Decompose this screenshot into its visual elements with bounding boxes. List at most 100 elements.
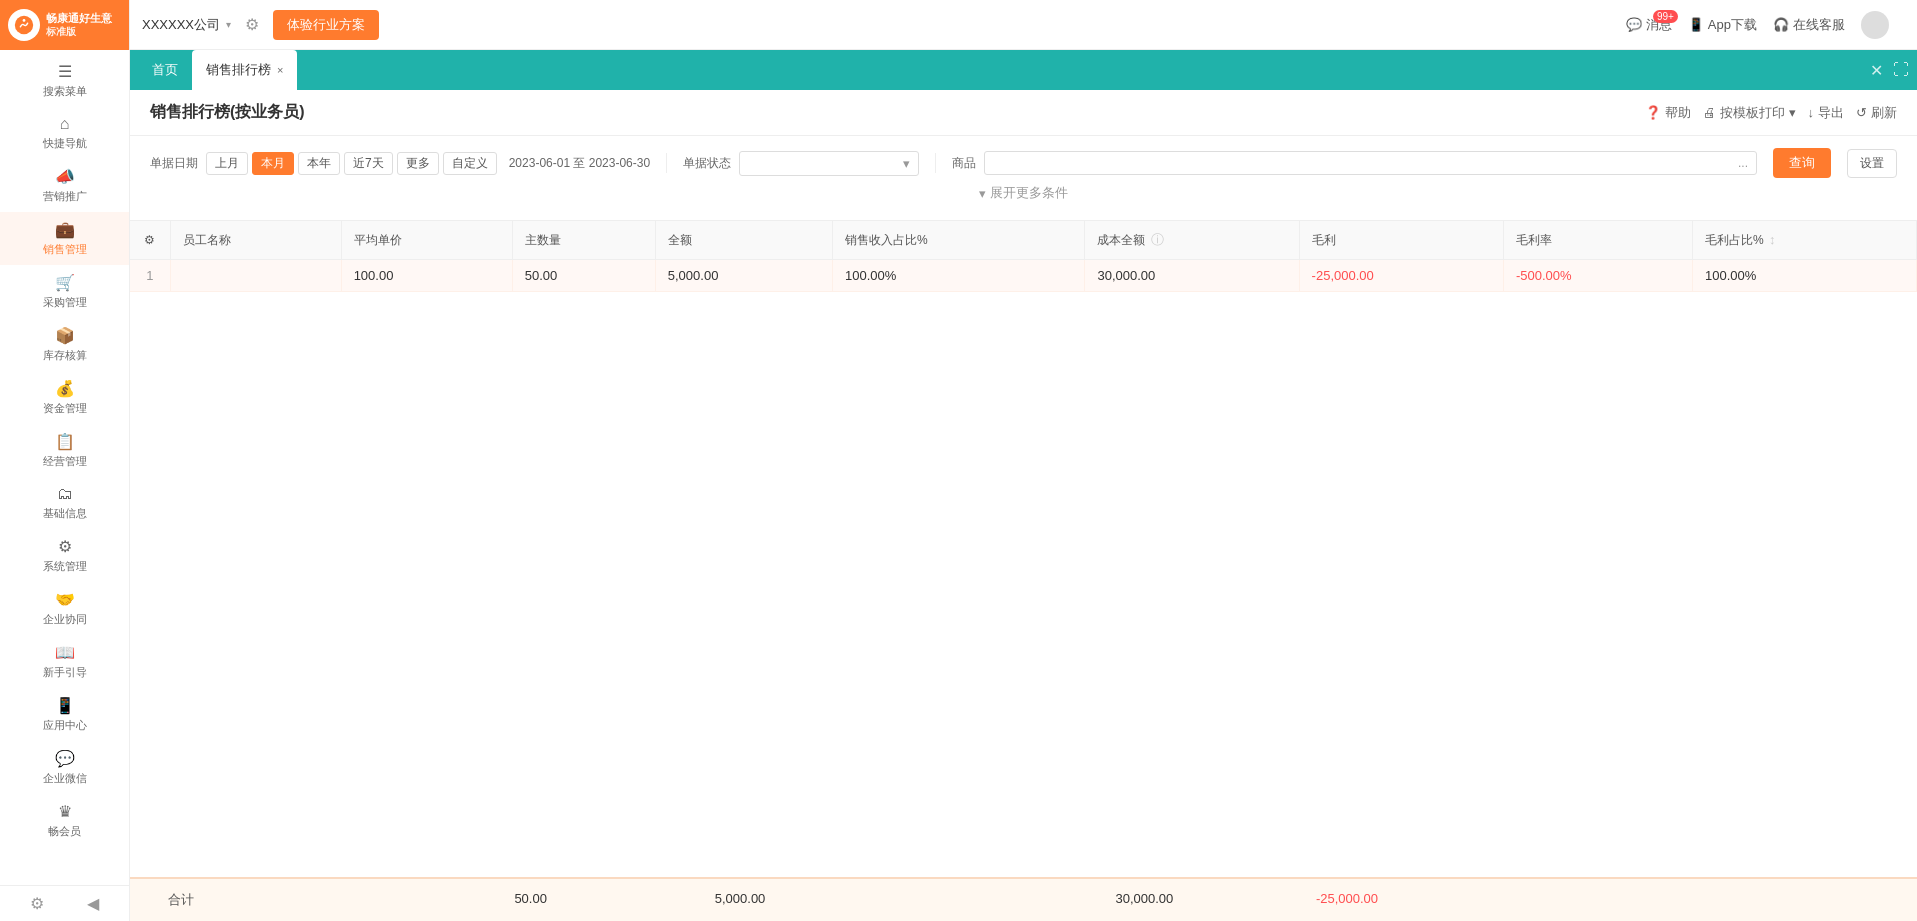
tab-sales-ranking[interactable]: 销售排行榜 × [192, 50, 297, 90]
sidebar-icon-inventory: 📦 [55, 326, 75, 345]
cell-cost-amount: 30,000.00 [1085, 260, 1299, 292]
tab-fullscreen-icon[interactable]: ⛶ [1893, 61, 1909, 80]
cell-gross-margin: -500.00% [1503, 260, 1692, 292]
table-row: 1 100.00 50.00 5,000.00 100.00% 30,000.0… [130, 260, 1917, 292]
sidebar-label-sales: 销售管理 [43, 242, 87, 257]
sidebar-item-wechat[interactable]: 💬企业微信 [0, 741, 129, 794]
footer-sales-pct [903, 887, 1103, 913]
tab-sales-ranking-label: 销售排行榜 [206, 61, 271, 79]
sidebar-item-finance[interactable]: 💰资金管理 [0, 371, 129, 424]
table-footer: 合计 50.00 5,000.00 30,000.00 -25,000.00 [130, 877, 1917, 921]
status-chevron-icon: ▾ [903, 156, 910, 171]
sidebar-item-purchase[interactable]: 🛒采购管理 [0, 265, 129, 318]
sidebar-item-operations[interactable]: 📋经营管理 [0, 424, 129, 477]
sidebar-item-apps[interactable]: 📱应用中心 [0, 688, 129, 741]
user-avatar[interactable] [1861, 11, 1889, 39]
sidebar-label-basic: 基础信息 [43, 506, 87, 521]
message-icon: 💬 [1626, 17, 1642, 32]
app-logo: 畅康通好生意 标准版 [0, 0, 129, 50]
page-actions: ❓ 帮助 🖨 按模板打印 ▾ ↓ 导出 ↺ 刷新 [1645, 104, 1898, 122]
sidebar-item-guide[interactable]: 📖新手引导 [0, 635, 129, 688]
company-selector[interactable]: XXXXXX公司 ▾ [142, 16, 231, 34]
footer-cost-amount: 30,000.00 [1104, 887, 1304, 913]
sidebar-settings-icon[interactable]: ⚙ [30, 894, 44, 913]
expand-chevron-icon: ▾ [979, 186, 986, 201]
print-icon: 🖨 [1703, 105, 1716, 120]
sidebar-label-guide: 新手引导 [43, 665, 87, 680]
sidebar-item-marketing[interactable]: 📣营销推广 [0, 159, 129, 212]
refresh-icon: ↺ [1856, 105, 1867, 120]
date-range: 2023-06-01 至 2023-06-30 [509, 155, 650, 172]
message-btn[interactable]: 💬 消息 99+ [1626, 16, 1672, 34]
table-container: ⚙ 员工名称 平均单价 主数量 全额 销售收入占比% 成本全额 ⓘ 毛利 毛利率… [130, 221, 1917, 877]
help-button[interactable]: ❓ 帮助 [1645, 104, 1691, 122]
sidebar-icon-enterprise: 🤝 [55, 590, 75, 609]
app-download-btn[interactable]: 📱 App下载 [1688, 16, 1757, 34]
experience-button[interactable]: 体验行业方案 [273, 10, 379, 40]
settings-small-button[interactable]: 设置 [1847, 149, 1897, 178]
sidebar-item-inventory[interactable]: 📦 库存核算 [0, 318, 129, 371]
sidebar-label-apps: 应用中心 [43, 718, 87, 733]
export-button[interactable]: ↓ 导出 [1808, 104, 1845, 122]
tab-close-window-icon[interactable]: ✕ [1870, 61, 1883, 80]
gross-pct-help-icon[interactable]: ↕ [1769, 232, 1776, 247]
cell-gross-profit: -25,000.00 [1299, 260, 1503, 292]
cell-rank: 1 [130, 260, 170, 292]
cost-help-icon[interactable]: ⓘ [1151, 232, 1164, 247]
filter-area: 单据日期 上月 本月 本年 近7天 更多 自定义 2023-06-01 至 20… [130, 136, 1917, 221]
footer-amount: 5,000.00 [703, 887, 903, 913]
col-sales-pct: 销售收入占比% [833, 221, 1085, 260]
help-label: 帮助 [1665, 104, 1691, 122]
col-cost-amount: 成本全额 ⓘ [1085, 221, 1299, 260]
more-date-btn[interactable]: 更多 [397, 152, 439, 175]
current-year-btn[interactable]: 本年 [298, 152, 340, 175]
expand-button[interactable]: ▾ 展开更多条件 [979, 184, 1068, 202]
tab-home[interactable]: 首页 [138, 50, 192, 90]
tab-close-icon[interactable]: × [277, 64, 283, 76]
custom-date-btn[interactable]: 自定义 [443, 152, 497, 175]
sidebar-icon-vip: ♛ [58, 802, 72, 821]
sidebar-icon-purchase: 🛒 [55, 273, 75, 292]
sidebar-item-basic[interactable]: 🗂基础信息 [0, 477, 129, 529]
sidebar-item-system[interactable]: ⚙系统管理 [0, 529, 129, 582]
footer-avg-price [302, 887, 502, 913]
sidebar-item-vip[interactable]: ♛畅会员 [0, 794, 129, 847]
goods-input[interactable]: ... [984, 151, 1757, 175]
company-name: XXXXXX公司 [142, 16, 220, 34]
footer-gross-pct [1705, 887, 1905, 913]
sidebar-label-finance: 资金管理 [43, 401, 87, 416]
sidebar-item-sales[interactable]: 💼 销售管理 [0, 212, 129, 265]
table-header-row: ⚙ 员工名称 平均单价 主数量 全额 销售收入占比% 成本全额 ⓘ 毛利 毛利率… [130, 221, 1917, 260]
goods-more-icon[interactable]: ... [1738, 156, 1748, 170]
table-body: 1 100.00 50.00 5,000.00 100.00% 30,000.0… [130, 260, 1917, 292]
sidebar-label-inventory: 库存核算 [43, 348, 87, 363]
current-month-btn[interactable]: 本月 [252, 152, 294, 175]
last-month-btn[interactable]: 上月 [206, 152, 248, 175]
last7days-btn[interactable]: 近7天 [344, 152, 393, 175]
col-settings[interactable]: ⚙ [130, 221, 170, 260]
headset-icon: 🎧 [1773, 17, 1789, 32]
sidebar-label-shortcut: 快捷导航 [43, 136, 87, 151]
col-gross-margin: 毛利率 [1503, 221, 1692, 260]
print-label: 按模板打印 [1720, 104, 1785, 122]
online-service-btn[interactable]: 🎧 在线客服 [1773, 16, 1845, 34]
print-chevron-icon: ▾ [1789, 105, 1796, 120]
sidebar-icon-shortcut: ⌂ [60, 115, 70, 133]
col-avg-price: 平均单价 [341, 221, 512, 260]
sidebar-collapse-icon[interactable]: ◀ [87, 894, 99, 913]
date-label: 单据日期 [150, 155, 198, 172]
cell-qty: 50.00 [512, 260, 655, 292]
status-select[interactable]: ▾ [739, 151, 919, 176]
svg-point-1 [23, 19, 26, 22]
query-button[interactable]: 查询 [1773, 148, 1831, 178]
sidebar-item-search[interactable]: ☰搜索菜单 [0, 54, 129, 107]
header-settings-icon[interactable]: ⚙ [245, 15, 259, 34]
sidebar-item-enterprise[interactable]: 🤝企业协同 [0, 582, 129, 635]
refresh-button[interactable]: ↺ 刷新 [1856, 104, 1897, 122]
print-button[interactable]: 🖨 按模板打印 ▾ [1703, 104, 1796, 122]
sidebar-item-shortcut[interactable]: ⌂ 快捷导航 [0, 107, 129, 159]
sidebar-icon-system: ⚙ [58, 537, 72, 556]
app-download-icon: 📱 [1688, 17, 1704, 32]
date-filter: 单据日期 上月 本月 本年 近7天 更多 自定义 2023-06-01 至 20… [150, 152, 650, 175]
sidebar-icon-sales: 💼 [55, 220, 75, 239]
